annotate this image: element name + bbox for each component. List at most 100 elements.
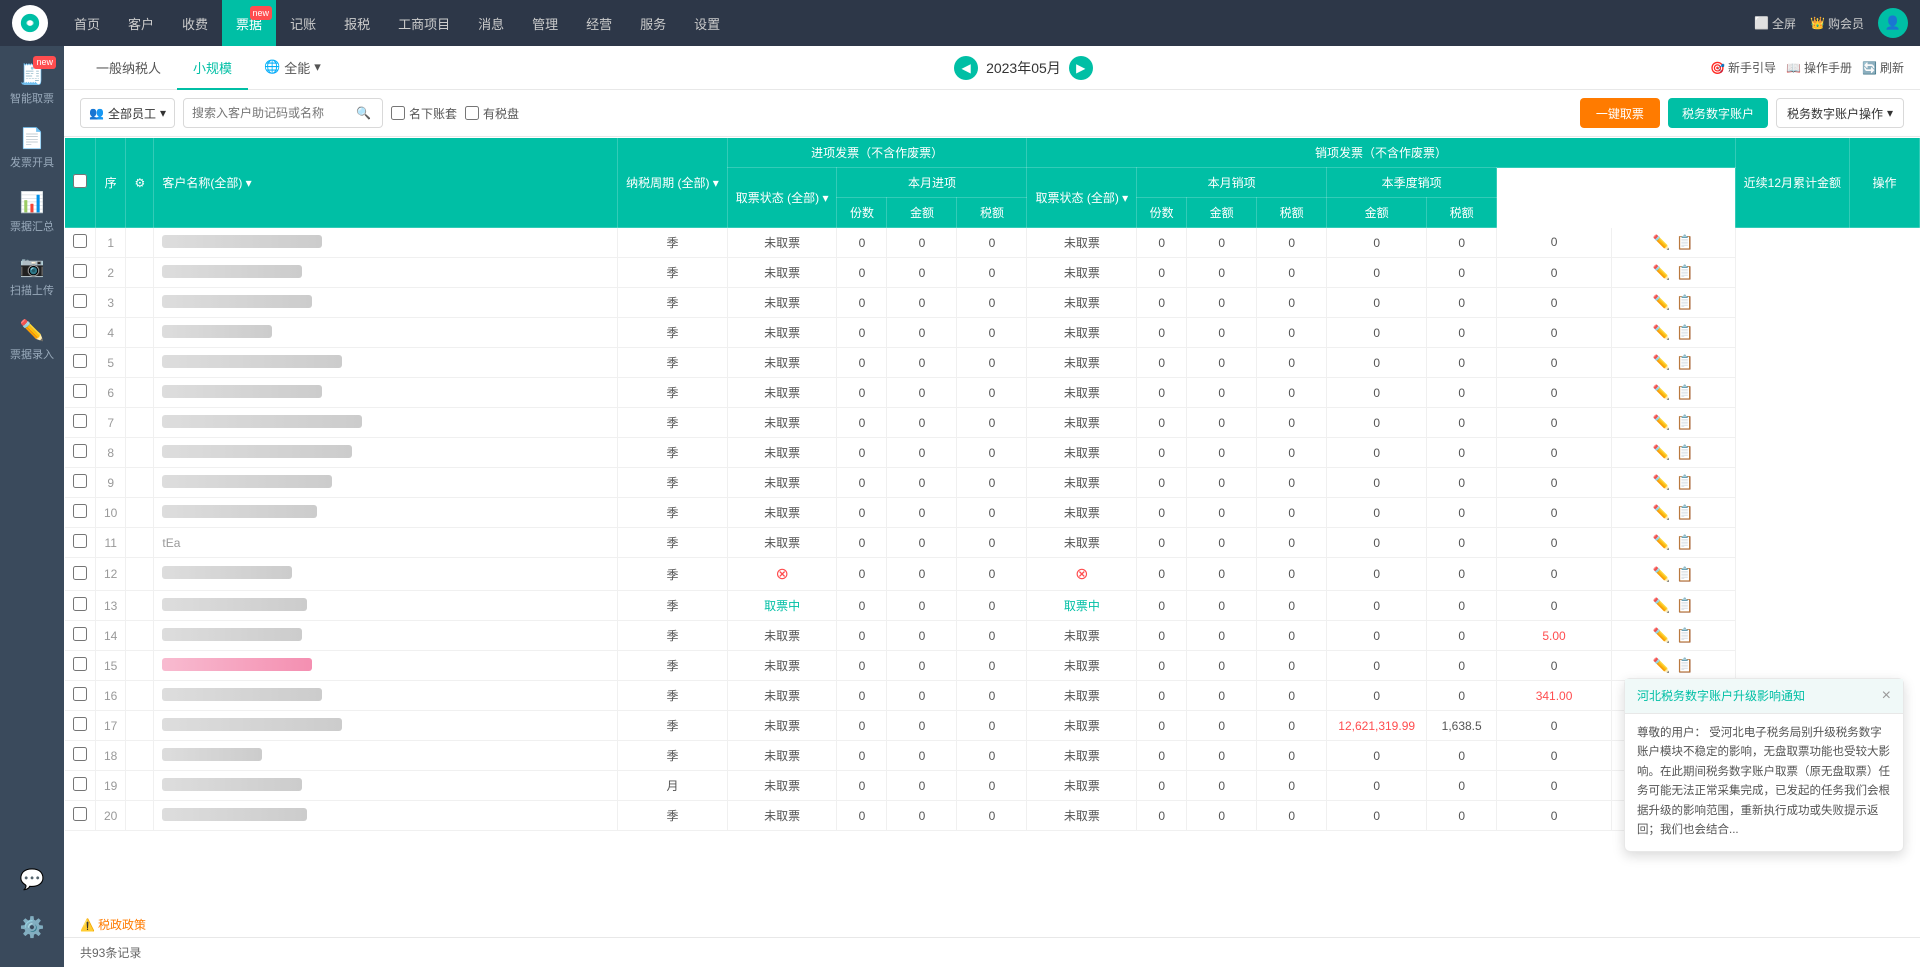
row-checkbox-cell[interactable] bbox=[65, 711, 96, 741]
taxdisk-checkbox[interactable] bbox=[465, 106, 479, 120]
row-checkbox[interactable] bbox=[73, 234, 87, 248]
sidebar-item-scan[interactable]: 📷 扫描上传 bbox=[4, 246, 60, 306]
row-checkbox[interactable] bbox=[73, 687, 87, 701]
copy-icon[interactable]: 📋 bbox=[1676, 384, 1693, 401]
row-checkbox-cell[interactable] bbox=[65, 621, 96, 651]
next-month-button[interactable]: ▶ bbox=[1069, 56, 1093, 80]
nav-settings[interactable]: 设置 bbox=[680, 0, 734, 46]
edit-icon[interactable]: ✏️ bbox=[1653, 414, 1670, 431]
row-checkbox[interactable] bbox=[73, 294, 87, 308]
row-checkbox-cell[interactable] bbox=[65, 801, 96, 831]
copy-icon[interactable]: 📋 bbox=[1676, 597, 1693, 614]
th-tax-period[interactable]: 纳税周期 (全部) ▾ bbox=[618, 138, 728, 228]
row-checkbox[interactable] bbox=[73, 747, 87, 761]
nav-operation[interactable]: 经营 bbox=[572, 0, 626, 46]
edit-icon[interactable]: ✏️ bbox=[1653, 534, 1670, 551]
edit-icon[interactable]: ✏️ bbox=[1653, 566, 1670, 583]
copy-icon[interactable]: 📋 bbox=[1676, 264, 1693, 281]
popup-close-button[interactable]: × bbox=[1882, 687, 1891, 705]
copy-icon[interactable]: 📋 bbox=[1676, 657, 1693, 674]
one-key-button[interactable]: 一键取票 bbox=[1580, 98, 1660, 128]
employee-filter[interactable]: 👥 全部员工 ▾ bbox=[80, 98, 175, 128]
edit-icon[interactable]: ✏️ bbox=[1653, 657, 1670, 674]
copy-icon[interactable]: 📋 bbox=[1676, 444, 1693, 461]
edit-icon[interactable]: ✏️ bbox=[1653, 234, 1670, 251]
select-all-checkbox[interactable] bbox=[73, 174, 87, 188]
subledger-checkbox[interactable] bbox=[391, 106, 405, 120]
row-checkbox[interactable] bbox=[73, 384, 87, 398]
tax-digital-button[interactable]: 税务数字账户 bbox=[1668, 98, 1768, 128]
edit-icon[interactable]: ✏️ bbox=[1653, 354, 1670, 371]
edit-icon[interactable]: ✏️ bbox=[1653, 627, 1670, 644]
nav-invoice[interactable]: 票据 new bbox=[222, 0, 276, 46]
row-checkbox[interactable] bbox=[73, 414, 87, 428]
row-checkbox[interactable] bbox=[73, 717, 87, 731]
sidebar-item-settings[interactable]: ⚙️ bbox=[4, 907, 60, 951]
search-box[interactable]: 🔍 bbox=[183, 98, 383, 128]
copy-icon[interactable]: 📋 bbox=[1676, 566, 1693, 583]
row-checkbox[interactable] bbox=[73, 597, 87, 611]
row-checkbox-cell[interactable] bbox=[65, 258, 96, 288]
copy-icon[interactable]: 📋 bbox=[1676, 504, 1693, 521]
row-checkbox-cell[interactable] bbox=[65, 228, 96, 258]
row-checkbox-cell[interactable] bbox=[65, 771, 96, 801]
row-checkbox[interactable] bbox=[73, 657, 87, 671]
refresh-button[interactable]: 🔄 刷新 bbox=[1862, 59, 1904, 76]
nav-fee[interactable]: 收费 bbox=[168, 0, 222, 46]
row-checkbox-cell[interactable] bbox=[65, 528, 96, 558]
sidebar-item-invoice-open[interactable]: 📄 发票开具 bbox=[4, 118, 60, 178]
row-checkbox[interactable] bbox=[73, 264, 87, 278]
edit-icon[interactable]: ✏️ bbox=[1653, 264, 1670, 281]
nav-customer[interactable]: 客户 bbox=[114, 0, 168, 46]
edit-icon[interactable]: ✏️ bbox=[1653, 474, 1670, 491]
guide-button[interactable]: 🎯 新手引导 bbox=[1710, 59, 1776, 76]
row-checkbox[interactable] bbox=[73, 627, 87, 641]
row-checkbox-cell[interactable] bbox=[65, 591, 96, 621]
row-checkbox-cell[interactable] bbox=[65, 498, 96, 528]
row-checkbox-cell[interactable] bbox=[65, 681, 96, 711]
row-checkbox[interactable] bbox=[73, 777, 87, 791]
member-button[interactable]: 👑 购会员 bbox=[1810, 15, 1864, 32]
row-checkbox-cell[interactable] bbox=[65, 288, 96, 318]
sidebar-item-help[interactable]: 💬 bbox=[4, 859, 60, 903]
sidebar-item-entry[interactable]: ✏️ 票据录入 bbox=[4, 310, 60, 370]
row-checkbox[interactable] bbox=[73, 354, 87, 368]
copy-icon[interactable]: 📋 bbox=[1676, 294, 1693, 311]
nav-bookkeeping[interactable]: 记账 bbox=[276, 0, 330, 46]
tax-policy-link[interactable]: ⚠️ 税政政策 bbox=[64, 912, 1920, 937]
th-settings[interactable]: ⚙ bbox=[126, 138, 154, 228]
edit-icon[interactable]: ✏️ bbox=[1653, 384, 1670, 401]
nav-tax[interactable]: 报税 bbox=[330, 0, 384, 46]
tab-general[interactable]: 一般纳税人 bbox=[80, 46, 177, 90]
edit-icon[interactable]: ✏️ bbox=[1653, 444, 1670, 461]
tab-small[interactable]: 小规模 bbox=[177, 46, 248, 90]
nav-service[interactable]: 服务 bbox=[626, 0, 680, 46]
row-checkbox-cell[interactable] bbox=[65, 468, 96, 498]
copy-icon[interactable]: 📋 bbox=[1676, 474, 1693, 491]
row-checkbox[interactable] bbox=[73, 474, 87, 488]
copy-icon[interactable]: 📋 bbox=[1676, 627, 1693, 644]
sidebar-item-smart-ticket[interactable]: new 🧾 智能取票 bbox=[4, 54, 60, 114]
checkbox-subledger[interactable]: 名下账套 bbox=[391, 105, 457, 122]
fullscreen-button[interactable]: ⬜ 全屏 bbox=[1754, 15, 1796, 32]
nav-manage[interactable]: 管理 bbox=[518, 0, 572, 46]
th-in-status[interactable]: 取票状态 (全部) ▾ bbox=[727, 168, 837, 228]
search-input[interactable] bbox=[192, 106, 352, 120]
row-checkbox[interactable] bbox=[73, 807, 87, 821]
nav-home[interactable]: 首页 bbox=[60, 0, 114, 46]
row-checkbox-cell[interactable] bbox=[65, 408, 96, 438]
copy-icon[interactable]: 📋 bbox=[1676, 414, 1693, 431]
tab-all[interactable]: 🌐 全能 ▾ bbox=[248, 46, 337, 90]
edit-icon[interactable]: ✏️ bbox=[1653, 597, 1670, 614]
tax-digital-op-button[interactable]: 税务数字账户操作 ▾ bbox=[1776, 98, 1904, 128]
row-checkbox-cell[interactable] bbox=[65, 558, 96, 591]
row-checkbox-cell[interactable] bbox=[65, 741, 96, 771]
prev-month-button[interactable]: ◀ bbox=[954, 56, 978, 80]
row-checkbox[interactable] bbox=[73, 534, 87, 548]
th-customer[interactable]: 客户名称(全部) ▾ bbox=[154, 138, 618, 228]
row-checkbox-cell[interactable] bbox=[65, 438, 96, 468]
manual-button[interactable]: 📖 操作手册 bbox=[1786, 59, 1852, 76]
edit-icon[interactable]: ✏️ bbox=[1653, 324, 1670, 341]
th-out-status[interactable]: 取票状态 (全部) ▾ bbox=[1027, 168, 1137, 228]
row-checkbox-cell[interactable] bbox=[65, 348, 96, 378]
